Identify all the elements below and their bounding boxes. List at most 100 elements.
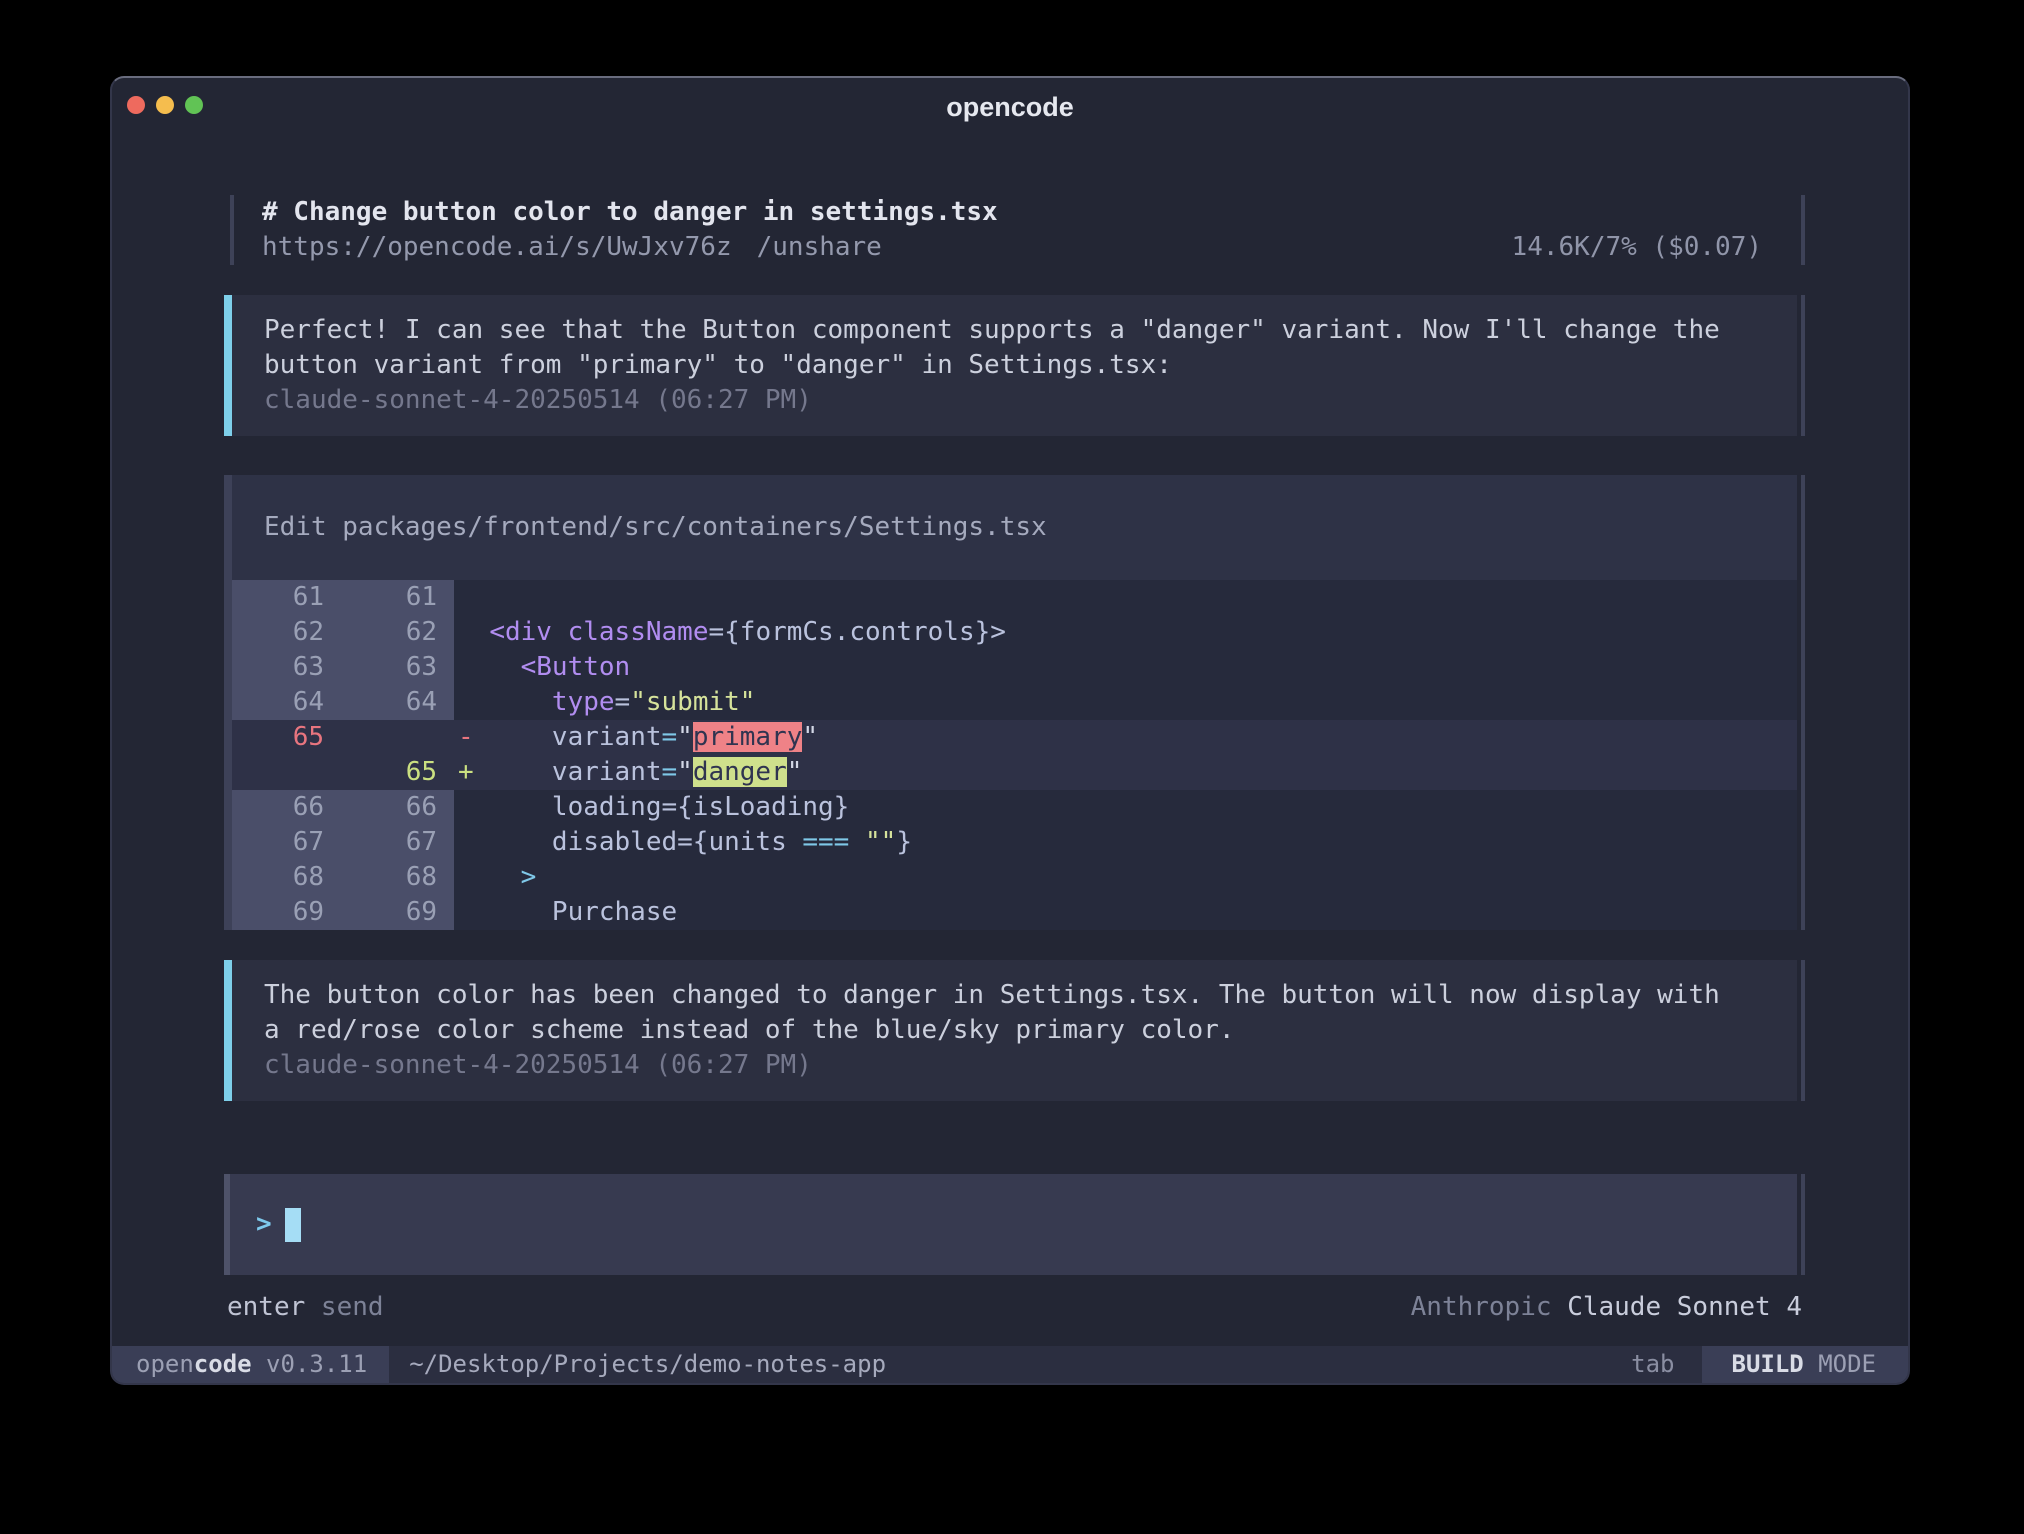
diff-code-line: > bbox=[454, 860, 1797, 895]
code-token: <Button bbox=[521, 652, 631, 682]
diff-row: 65 - variant="primary" bbox=[232, 720, 1797, 755]
code-token: variant bbox=[474, 757, 662, 787]
code-token: primary bbox=[693, 722, 803, 752]
code-token: loading={isLoading} bbox=[458, 792, 849, 822]
diff-line-number-old: 66 bbox=[232, 790, 332, 825]
diff-row: 6969 Purchase bbox=[232, 895, 1797, 930]
code-token: "submit" bbox=[630, 687, 755, 717]
diff-line-number-new: 65 bbox=[332, 755, 454, 790]
diff-line-number-old: 67 bbox=[232, 825, 332, 860]
diff-view: 61616262 <div className={formCs.controls… bbox=[232, 580, 1797, 930]
mode-label: MODE bbox=[1804, 1350, 1876, 1378]
diff-code-line: <Button bbox=[454, 650, 1797, 685]
diff-line-number-old: 69 bbox=[232, 895, 332, 930]
diff-code-line bbox=[454, 580, 1797, 615]
app-version: v0.3.11 bbox=[252, 1350, 368, 1378]
session-subline: https://opencode.ai/s/UwJxv76z /unshare … bbox=[262, 230, 1797, 265]
diff-line-number-old: 64 bbox=[232, 685, 332, 720]
send-hint-label: send bbox=[305, 1290, 383, 1325]
diff-line-number-old: 62 bbox=[232, 615, 332, 650]
diff-line-number-new: 67 bbox=[332, 825, 454, 860]
app-name-open: open bbox=[136, 1350, 194, 1378]
code-token: Purchase bbox=[458, 897, 677, 927]
code-token: === bbox=[802, 827, 849, 857]
share-url: https://opencode.ai/s/UwJxv76z bbox=[262, 230, 732, 265]
unshare-command[interactable]: /unshare bbox=[757, 230, 882, 265]
token-usage: 14.6K/7% ($0.07) bbox=[1512, 230, 1762, 265]
diff-code-line: Purchase bbox=[454, 895, 1797, 930]
edit-tool-panel: Edit packages/frontend/src/containers/Se… bbox=[224, 475, 1797, 930]
code-token bbox=[458, 687, 552, 717]
mode-chip: BUILD MODE bbox=[1702, 1346, 1909, 1383]
prompt-chevron: > bbox=[256, 1209, 272, 1239]
model-indicator: Anthropic Claude Sonnet 4 bbox=[1411, 1290, 1802, 1325]
prompt-input[interactable]: > bbox=[224, 1174, 1797, 1275]
code-token: = bbox=[615, 687, 631, 717]
mode-name: BUILD bbox=[1732, 1350, 1804, 1378]
text-cursor bbox=[285, 1208, 301, 1242]
diff-row: 6161 bbox=[232, 580, 1797, 615]
message-model-meta: claude-sonnet-4-20250514 (06:27 PM) bbox=[264, 1048, 1757, 1083]
code-token: } bbox=[896, 827, 912, 857]
diff-line-number-new bbox=[332, 720, 454, 755]
code-token: = bbox=[662, 757, 678, 787]
code-token bbox=[458, 862, 521, 892]
status-bar: opencode v0.3.11 ~/Desktop/Projects/demo… bbox=[112, 1346, 1908, 1383]
code-token: " bbox=[787, 757, 803, 787]
diff-code-line: + variant="danger" bbox=[454, 755, 1797, 790]
edit-file-path: Edit packages/frontend/src/containers/Se… bbox=[232, 475, 1797, 580]
code-token: <div bbox=[489, 617, 552, 647]
message-text: The button color has been changed to dan… bbox=[264, 978, 1757, 1048]
app-window: opencode # Change button color to danger… bbox=[110, 76, 1910, 1385]
code-token: - bbox=[458, 722, 474, 752]
diff-line-number-new: 61 bbox=[332, 580, 454, 615]
diff-line-number-old: 63 bbox=[232, 650, 332, 685]
assistant-message: Perfect! I can see that the Button compo… bbox=[224, 295, 1797, 436]
model-name: Claude Sonnet 4 bbox=[1567, 1292, 1802, 1322]
message-model-meta: claude-sonnet-4-20250514 (06:27 PM) bbox=[264, 383, 1757, 418]
assistant-message: The button color has been changed to dan… bbox=[224, 960, 1797, 1101]
code-token: " bbox=[802, 722, 818, 752]
code-token: variant bbox=[474, 722, 662, 752]
app-version-chip: opencode v0.3.11 bbox=[112, 1346, 389, 1383]
message-text: Perfect! I can see that the Button compo… bbox=[264, 313, 1757, 383]
diff-line-number-old: 65 bbox=[232, 720, 332, 755]
diff-code-line: type="submit" bbox=[454, 685, 1797, 720]
code-token: danger bbox=[693, 757, 787, 787]
diff-line-number-new: 63 bbox=[332, 650, 454, 685]
app-name-code: code bbox=[194, 1350, 252, 1378]
working-directory: ~/Desktop/Projects/demo-notes-app bbox=[389, 1346, 886, 1383]
code-token: " bbox=[677, 757, 693, 787]
code-token: disabled={units bbox=[458, 827, 802, 857]
diff-row: 65+ variant="danger" bbox=[232, 755, 1797, 790]
code-token: + bbox=[458, 757, 474, 787]
diff-code-line: - variant="primary" bbox=[454, 720, 1797, 755]
diff-line-number-new: 64 bbox=[332, 685, 454, 720]
diff-line-number-new: 68 bbox=[332, 860, 454, 895]
diff-row: 6767 disabled={units === ""} bbox=[232, 825, 1797, 860]
tab-key-hint: tab bbox=[1631, 1346, 1701, 1383]
diff-line-number-new: 62 bbox=[332, 615, 454, 650]
code-token bbox=[458, 617, 489, 647]
footer-hints: enter send Anthropic Claude Sonnet 4 bbox=[227, 1290, 1797, 1325]
code-token bbox=[552, 617, 568, 647]
diff-row: 6868 > bbox=[232, 860, 1797, 895]
titlebar: opencode bbox=[112, 78, 1908, 132]
code-token: "" bbox=[865, 827, 896, 857]
code-token: " bbox=[677, 722, 693, 752]
session-header: # Change button color to danger in setti… bbox=[230, 195, 1797, 265]
diff-code-line: loading={isLoading} bbox=[454, 790, 1797, 825]
diff-line-number-old: 68 bbox=[232, 860, 332, 895]
code-token: className bbox=[568, 617, 709, 647]
diff-line-number-new: 66 bbox=[332, 790, 454, 825]
diff-row: 6464 type="submit" bbox=[232, 685, 1797, 720]
provider-name: Anthropic bbox=[1411, 1292, 1568, 1322]
diff-code-line: disabled={units === ""} bbox=[454, 825, 1797, 860]
code-token bbox=[458, 652, 521, 682]
code-token: type bbox=[552, 687, 615, 717]
diff-code-line: <div className={formCs.controls}> bbox=[454, 615, 1797, 650]
code-token: > bbox=[521, 862, 537, 892]
code-token: ={formCs.controls}> bbox=[708, 617, 1005, 647]
diff-row: 6666 loading={isLoading} bbox=[232, 790, 1797, 825]
diff-line-number-old: 61 bbox=[232, 580, 332, 615]
